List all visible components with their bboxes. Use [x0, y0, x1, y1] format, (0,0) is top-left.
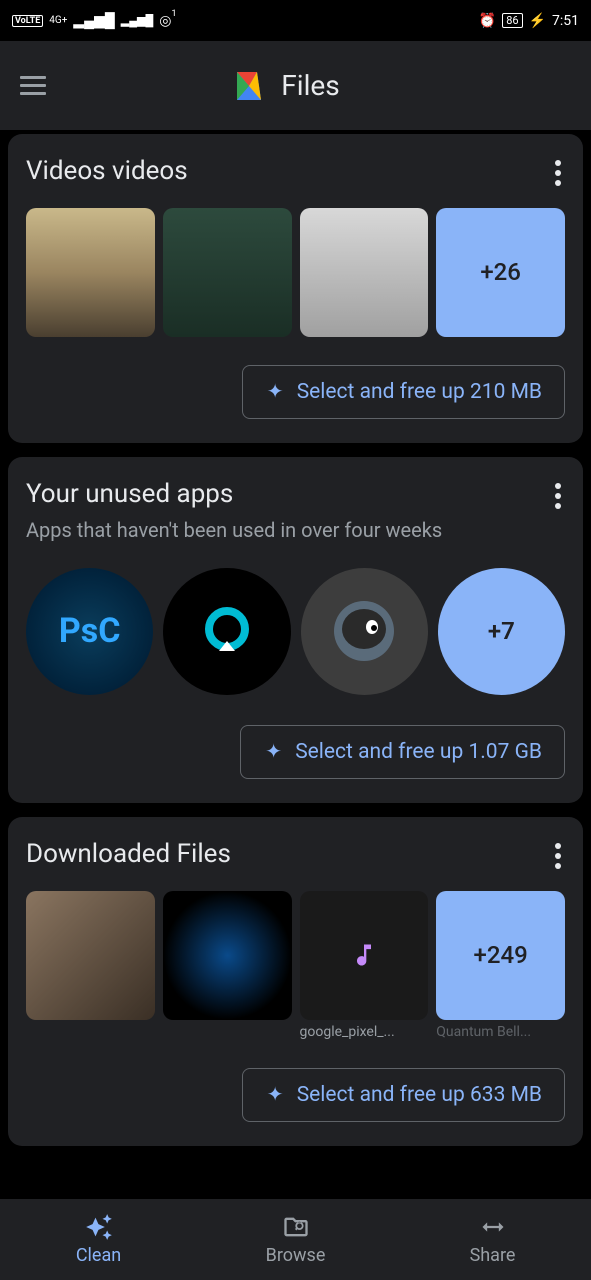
nav-label: Share — [470, 1245, 516, 1266]
download-thumbnail — [163, 891, 292, 1020]
main-content[interactable]: Videos videos +26 Select and free up 210… — [0, 130, 591, 1198]
status-left: VoLTE 4G+ ▂▄▆█ ▂▄▆█ ◎1 — [12, 12, 172, 29]
status-right: ⏰ 86 ⚡ 7:51 — [479, 13, 579, 29]
download-filename: google_pixel_... — [300, 1024, 429, 1040]
nav-share[interactable]: Share — [394, 1199, 591, 1280]
sparkle-icon — [265, 1084, 287, 1106]
download-filename: Quantum Bell... — [436, 1024, 565, 1040]
download-thumbnail — [26, 891, 155, 1020]
downloads-free-up-button[interactable]: Select and free up 633 MB — [242, 1068, 565, 1122]
hotspot-icon: ◎1 — [159, 13, 171, 29]
overflow-count: +249 — [474, 941, 528, 969]
status-bar: VoLTE 4G+ ▂▄▆█ ▂▄▆█ ◎1 ⏰ 86 ⚡ 7:51 — [0, 0, 591, 41]
app-icon-quik[interactable] — [163, 568, 290, 695]
unused-apps-more-button[interactable] — [551, 479, 565, 513]
signal-bars-icon: ▂▄▆█ — [73, 12, 114, 29]
videos-more-button[interactable] — [551, 156, 565, 190]
unused-apps-subtitle: Apps that haven't been used in over four… — [26, 517, 442, 544]
download-item[interactable] — [26, 891, 155, 1040]
sparkle-icon — [263, 741, 285, 763]
app-overflow-icon[interactable]: +7 — [438, 568, 565, 695]
clean-icon — [85, 1213, 113, 1241]
videos-free-up-button[interactable]: Select and free up 210 MB — [242, 365, 565, 419]
unused-apps-card: Your unused apps Apps that haven't been … — [8, 457, 583, 803]
volte-indicator: VoLTE — [12, 15, 43, 27]
music-note-icon — [350, 937, 378, 973]
download-item[interactable]: google_pixel_... — [300, 891, 429, 1040]
nav-label: Browse — [266, 1245, 326, 1266]
header-title: Files — [0, 68, 571, 104]
downloads-card: Downloaded Files google_pixel_... +249 Q… — [8, 817, 583, 1146]
video-thumbnail[interactable] — [26, 208, 155, 337]
nav-label: Clean — [76, 1245, 121, 1266]
app-icon-photoshop-camera[interactable]: PsC — [26, 568, 153, 695]
unused-apps-title: Your unused apps — [26, 479, 442, 509]
downloads-thumbnails: google_pixel_... +249 Quantum Bell... — [26, 891, 565, 1040]
overflow-count: +26 — [480, 258, 521, 286]
download-item[interactable] — [163, 891, 292, 1040]
videos-card: Videos videos +26 Select and free up 210… — [8, 134, 583, 443]
video-thumbnail[interactable] — [163, 208, 292, 337]
download-thumbnail-audio — [300, 891, 429, 1020]
video-thumbnail[interactable] — [300, 208, 429, 337]
nav-browse[interactable]: Browse — [197, 1199, 394, 1280]
overflow-count: +7 — [488, 617, 515, 645]
signal-bars-icon-2: ▂▄▆█ — [121, 14, 154, 27]
bottom-nav: Clean Browse Share — [0, 1198, 591, 1280]
download-overflow-thumbnail: +249 — [436, 891, 565, 1020]
downloads-title: Downloaded Files — [26, 839, 231, 869]
button-label: Select and free up 1.07 GB — [295, 740, 542, 764]
charging-icon: ⚡ — [529, 13, 546, 29]
clock-text: 7:51 — [552, 13, 579, 29]
unused-apps-free-up-button[interactable]: Select and free up 1.07 GB — [240, 725, 565, 779]
battery-indicator: 86 — [502, 13, 522, 28]
videos-card-title: Videos videos — [26, 156, 188, 186]
browse-icon — [282, 1213, 310, 1241]
button-label: Select and free up 210 MB — [297, 380, 542, 404]
app-icon-game[interactable] — [301, 568, 428, 695]
nav-clean[interactable]: Clean — [0, 1199, 197, 1280]
app-title: Files — [281, 69, 339, 102]
share-icon — [479, 1213, 507, 1241]
button-label: Select and free up 633 MB — [297, 1083, 542, 1107]
sparkle-icon — [265, 381, 287, 403]
app-header: Files — [0, 41, 591, 130]
alarm-icon: ⏰ — [479, 13, 496, 29]
download-overflow-item[interactable]: +249 Quantum Bell... — [436, 891, 565, 1040]
unused-apps-icons: PsC +7 — [26, 568, 565, 695]
files-logo-icon — [231, 68, 267, 104]
downloads-more-button[interactable] — [551, 839, 565, 873]
video-overflow-thumbnail[interactable]: +26 — [436, 208, 565, 337]
videos-thumbnails: +26 — [26, 208, 565, 337]
network-4g-icon: 4G+ — [49, 15, 67, 26]
